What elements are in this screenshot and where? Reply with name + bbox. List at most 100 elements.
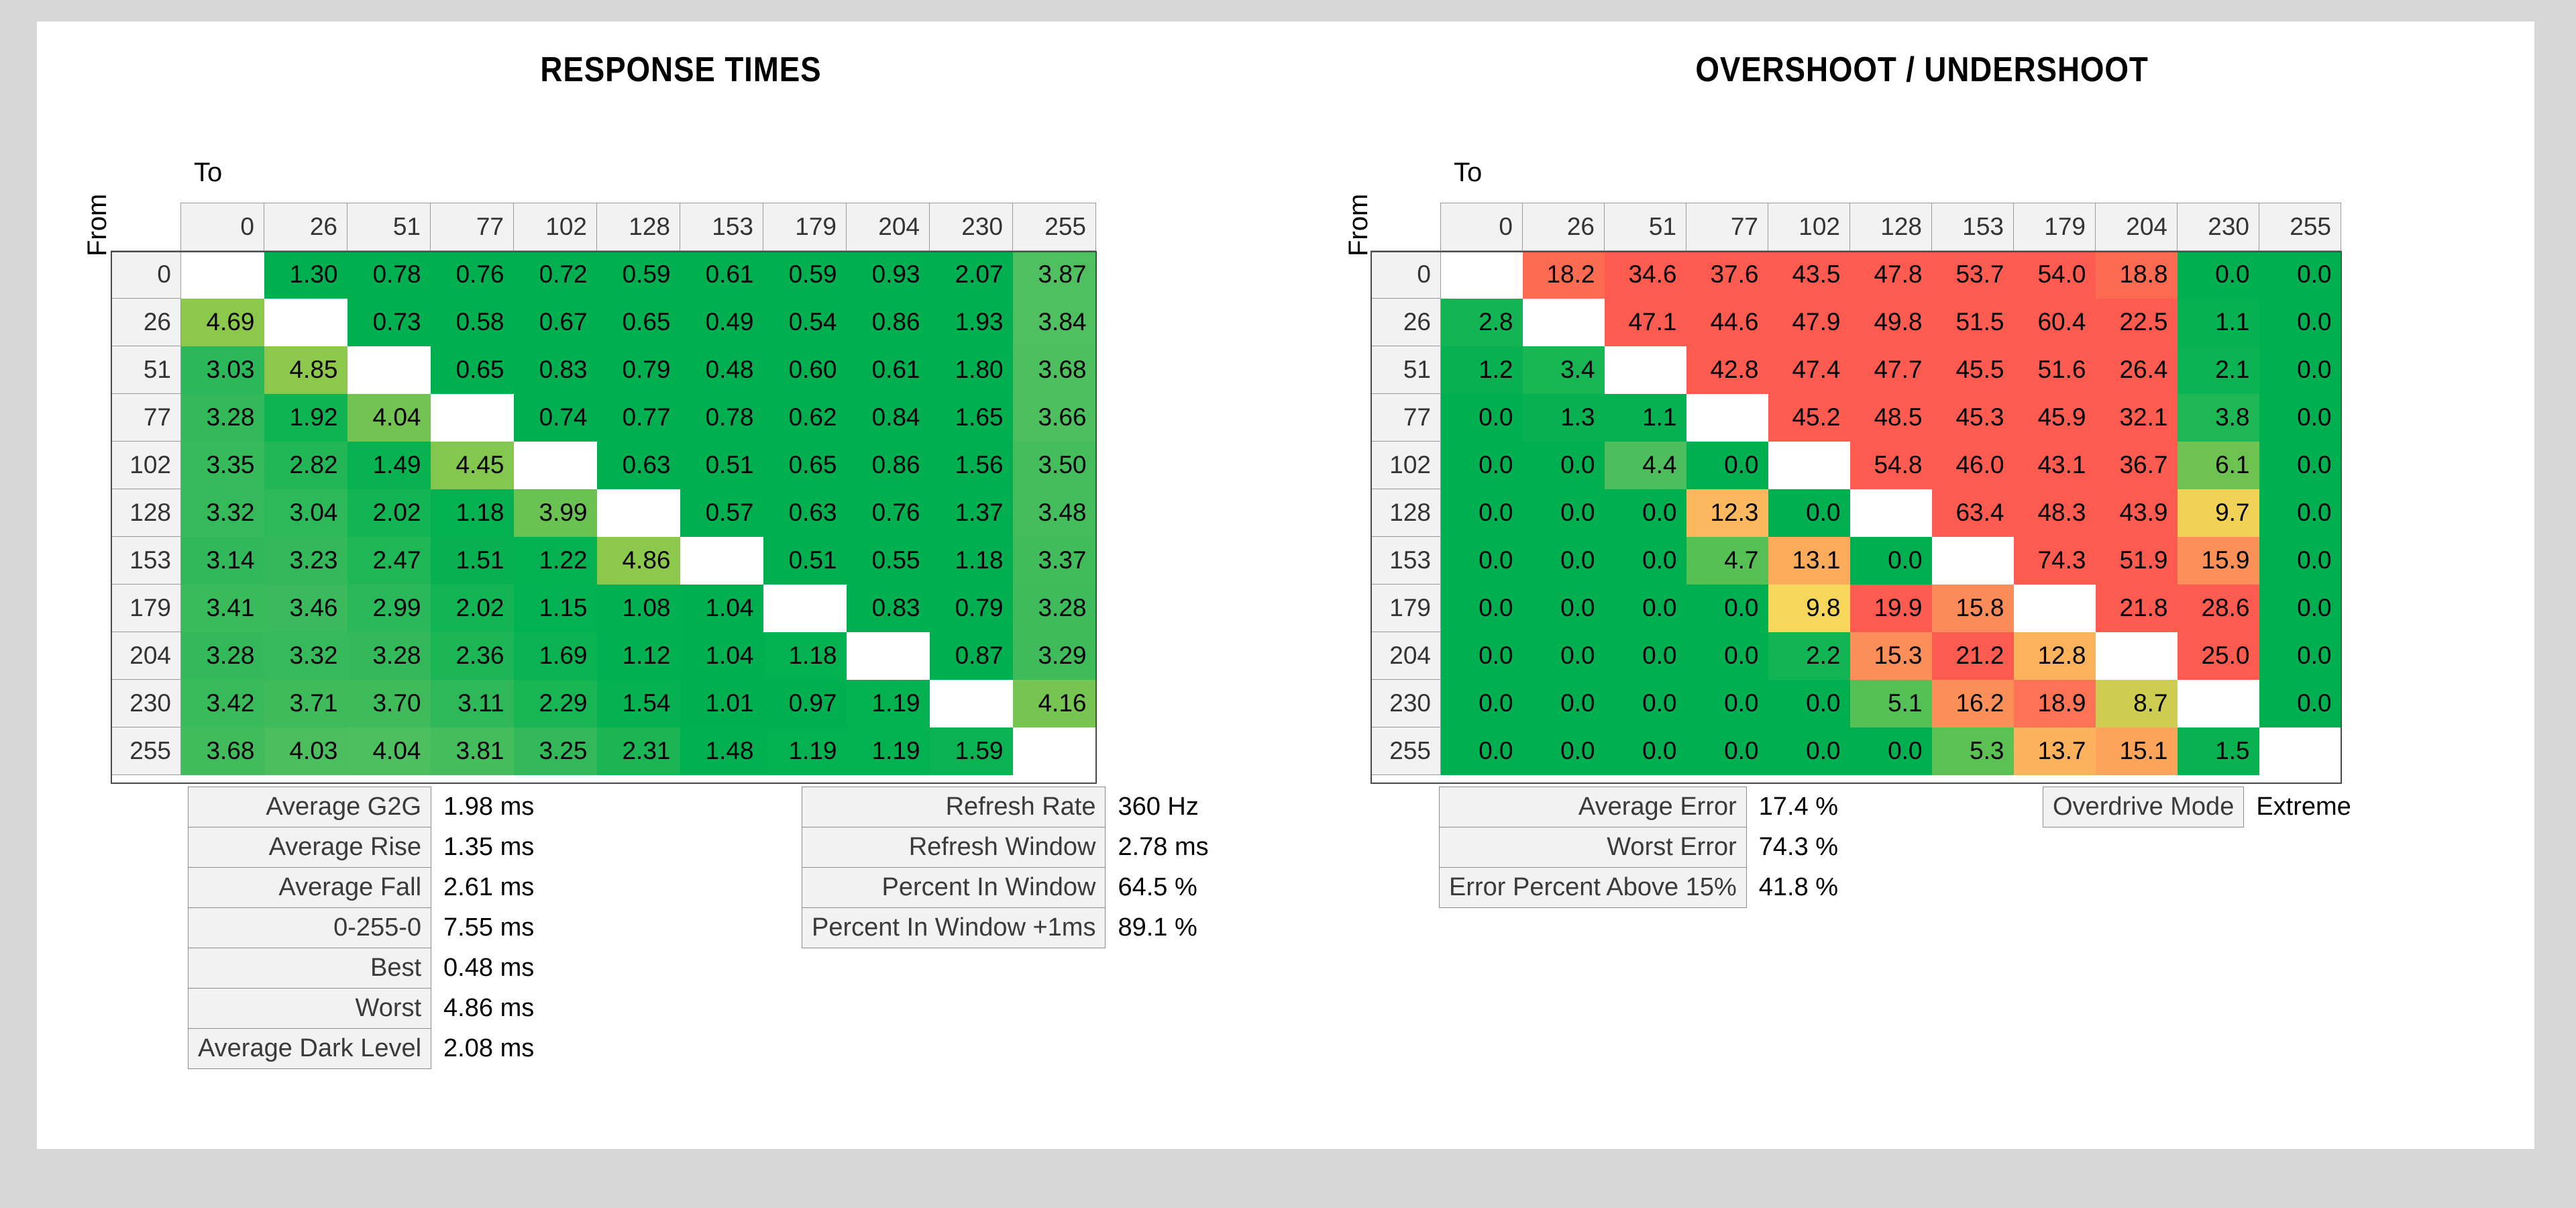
matrix-cell: 3.46 (264, 584, 347, 632)
matrix-cell: 47.8 (1849, 250, 1932, 299)
column-header-179: 179 (2013, 203, 2096, 251)
matrix-cell: 1.56 (929, 441, 1013, 489)
matrix-corner (1371, 203, 1441, 251)
stat-error-label: Worst Error (1439, 827, 1747, 868)
matrix-cell: 44.6 (1686, 298, 1768, 346)
matrix-cell: 0.0 (1522, 727, 1605, 775)
matrix-cell: 3.25 (513, 727, 597, 775)
matrix-cell: 3.50 (1012, 441, 1096, 489)
matrix-cell: 0.48 (680, 346, 763, 394)
matrix-cell: 3.87 (1012, 250, 1096, 299)
matrix-cell: 28.6 (2177, 584, 2259, 632)
matrix-cell-diagonal (763, 584, 847, 632)
matrix-cell-diagonal (430, 393, 514, 442)
row-header-128: 128 (111, 489, 181, 537)
matrix-cell: 2.36 (430, 632, 514, 680)
matrix-cell: 0.65 (763, 441, 847, 489)
axis-label-from-left: From (83, 193, 112, 256)
matrix-cell: 0.0 (2259, 393, 2341, 442)
matrix-cell: 3.8 (2177, 393, 2259, 442)
matrix-cell: 15.9 (2177, 536, 2259, 585)
matrix-cell: 0.0 (1522, 536, 1605, 585)
table-row: 230 0.0 0.0 0.0 0.0 0.0 5.1 16.2 18.9 8.7 0.0 (1371, 679, 2341, 727)
matrix-cell: 51.6 (2013, 346, 2096, 394)
matrix-cell: 0.51 (763, 536, 847, 585)
matrix-cell: 2.2 (1768, 632, 1850, 680)
matrix-cell-diagonal (596, 489, 680, 537)
error-stats: Average Error 17.4 % Worst Error 74.3 % Erro… (1439, 787, 1839, 908)
matrix-cell-diagonal (1604, 346, 1686, 394)
matrix-cell-diagonal (2177, 679, 2259, 727)
matrix-cell: 1.12 (596, 632, 680, 680)
table-row: 204 0.0 0.0 0.0 0.0 2.2 15.3 21.2 12.8 25.0 0.0 (1371, 632, 2341, 680)
matrix-cell: 3.68 (180, 727, 264, 775)
row-header-204: 204 (1371, 632, 1441, 680)
table-row: 102 0.0 0.0 4.4 0.0 54.8 46.0 43.1 36.7 6.1 0.0 (1371, 441, 2341, 489)
matrix-cell: 54.8 (1849, 441, 1932, 489)
matrix-cell: 0.0 (1849, 536, 1932, 585)
matrix-cell: 0.62 (763, 393, 847, 442)
matrix-cell: 2.29 (513, 679, 597, 727)
matrix-cell: 0.0 (1440, 584, 1523, 632)
matrix-cell: 21.8 (2095, 584, 2178, 632)
matrix-cell: 1.1 (1604, 393, 1686, 442)
matrix-cell-diagonal (1440, 250, 1523, 299)
table-row: 128 3.32 3.04 2.02 1.18 3.99 0.57 0.63 0.76 1.37 3… (111, 489, 1096, 537)
matrix-cell: 0.0 (1604, 536, 1686, 585)
stat-response-label: Average Dark Level (187, 1028, 432, 1069)
matrix-cell: 1.48 (680, 727, 763, 775)
matrix-cell: 2.02 (347, 489, 431, 537)
matrix-corner (111, 203, 181, 251)
matrix-cell: 42.8 (1686, 346, 1768, 394)
row-header-102: 102 (111, 441, 181, 489)
matrix-cell: 3.14 (180, 536, 264, 585)
matrix-cell: 18.2 (1522, 250, 1605, 299)
matrix-cell: 4.04 (347, 727, 431, 775)
matrix-cell: 0.0 (1522, 584, 1605, 632)
matrix-cell: 1.59 (929, 727, 1013, 775)
stat-error-row: Worst Error 74.3 % (1439, 827, 1839, 868)
matrix-cell: 1.19 (846, 679, 930, 727)
row-header-0: 0 (111, 250, 181, 299)
matrix-cell: 48.5 (1849, 393, 1932, 442)
matrix-cell: 0.73 (347, 298, 431, 346)
matrix-cell: 0.0 (1440, 393, 1523, 442)
column-header-255: 255 (2259, 203, 2341, 251)
matrix-cell: 0.0 (1522, 489, 1605, 537)
matrix-cell: 3.66 (1012, 393, 1096, 442)
matrix-cell: 0.78 (347, 250, 431, 299)
matrix-cell: 0.0 (1604, 632, 1686, 680)
matrix-cell: 1.69 (513, 632, 597, 680)
matrix-cell: 0.0 (2259, 536, 2341, 585)
column-header-26: 26 (264, 203, 347, 251)
row-header-153: 153 (111, 536, 181, 585)
matrix-cell: 18.8 (2095, 250, 2178, 299)
matrix-cell: 53.7 (1931, 250, 2014, 299)
column-header-230: 230 (2177, 203, 2259, 251)
matrix-cell: 0.0 (1686, 441, 1768, 489)
matrix-cell: 12.3 (1686, 489, 1768, 537)
matrix-cell: 1.04 (680, 632, 763, 680)
stat-refresh-value: 89.1 % (1118, 913, 1197, 942)
stat-response-label: Best (187, 948, 432, 989)
matrix-cell: 0.93 (846, 250, 930, 299)
response-times-stats: Average G2G 1.98 ms Average Rise 1.35 ms Ave… (187, 787, 535, 1069)
row-header-179: 179 (1371, 584, 1441, 632)
matrix-cell: 19.9 (1849, 584, 1932, 632)
matrix-cell: 3.04 (264, 489, 347, 537)
matrix-cell: 1.51 (430, 536, 514, 585)
stat-response-value: 1.98 ms (443, 793, 535, 821)
matrix-cell: 0.0 (2259, 346, 2341, 394)
matrix-cell: 0.65 (596, 298, 680, 346)
matrix-cell-diagonal (2259, 727, 2341, 775)
matrix-cell: 47.9 (1768, 298, 1850, 346)
matrix-cell: 43.1 (2013, 441, 2096, 489)
stat-error-row: Average Error 17.4 % (1439, 787, 1839, 827)
matrix-cell: 51.9 (2095, 536, 2178, 585)
matrix-cell: 0.87 (929, 632, 1013, 680)
matrix-cell: 1.54 (596, 679, 680, 727)
matrix-cell: 15.3 (1849, 632, 1932, 680)
stat-error-row: Error Percent Above 15% 41.8 % (1439, 867, 1839, 908)
matrix-cell: 37.6 (1686, 250, 1768, 299)
page-title-response-times: RESPONSE TIMES (540, 50, 822, 89)
